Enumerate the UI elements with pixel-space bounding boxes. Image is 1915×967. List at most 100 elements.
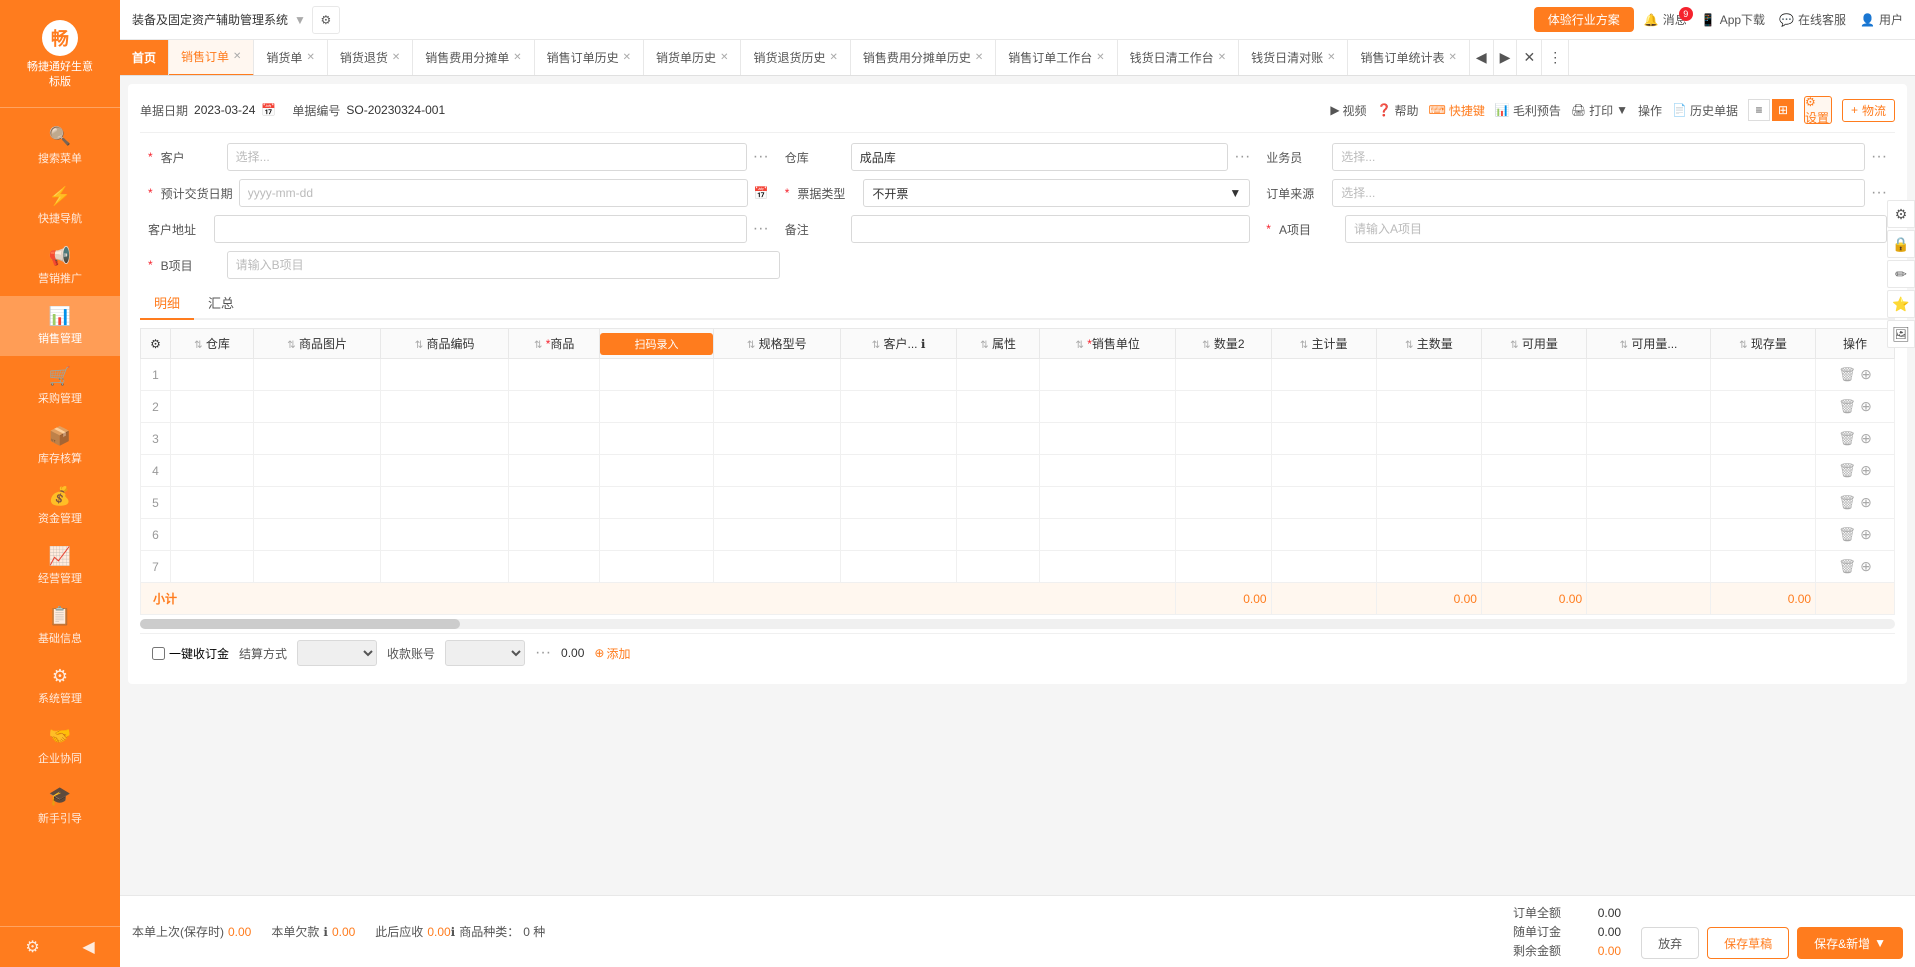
- tab-close-icon[interactable]: ✕: [829, 52, 837, 63]
- tab-sales-slip[interactable]: 销货单 ✕: [254, 40, 327, 76]
- right-panel-star-btn[interactable]: ⭐: [1887, 290, 1915, 318]
- gear-icon[interactable]: ⚙: [150, 337, 161, 351]
- industry-badge[interactable]: 体验行业方案: [1534, 7, 1634, 32]
- row-delete-btn[interactable]: 🗑: [1838, 398, 1856, 415]
- account-dots[interactable]: ···: [535, 644, 551, 662]
- chevron-down-icon[interactable]: ▼: [1874, 936, 1886, 950]
- address-input[interactable]: [214, 215, 747, 243]
- quick-payment-checkbox[interactable]: 一键收订金: [152, 645, 229, 662]
- tab-summary[interactable]: 汇总: [194, 287, 248, 318]
- tab-close-icon[interactable]: ✕: [392, 52, 400, 63]
- remarks-input[interactable]: [851, 215, 1251, 243]
- row-copy-btn[interactable]: ⊕: [1860, 430, 1872, 447]
- row-unit[interactable]: [1040, 359, 1176, 391]
- right-panel-edit-btn[interactable]: ✏: [1887, 260, 1915, 288]
- help-action[interactable]: ❓ 帮助: [1377, 102, 1419, 119]
- save-new-button[interactable]: 保存&新增 ▼: [1797, 927, 1903, 959]
- sidebar-collapse-btn[interactable]: ◀: [82, 937, 94, 957]
- customer-dots[interactable]: ···: [753, 148, 769, 166]
- date-value[interactable]: 2023-03-24: [194, 103, 255, 117]
- a-project-input[interactable]: [1345, 215, 1887, 243]
- calendar-icon[interactable]: 📅: [261, 103, 276, 117]
- horizontal-scrollbar[interactable]: [140, 619, 1895, 629]
- online-service-btn[interactable]: 💬 在线客服: [1779, 11, 1846, 28]
- payment-method-select[interactable]: [297, 640, 377, 666]
- grid-view-btn[interactable]: ⊞: [1772, 99, 1794, 121]
- tab-close-icon[interactable]: ✕: [1449, 52, 1457, 63]
- save-draft-button[interactable]: 保存草稿: [1707, 927, 1789, 959]
- row-delete-btn[interactable]: 🗑: [1838, 526, 1856, 543]
- row-copy-btn[interactable]: ⊕: [1860, 494, 1872, 511]
- history-action[interactable]: 📄 历史单据: [1672, 102, 1738, 119]
- invoice-select[interactable]: 不开票 ▼: [863, 179, 1250, 207]
- row-qty2[interactable]: [1176, 359, 1271, 391]
- right-panel-lock-btn[interactable]: 🔒: [1887, 230, 1915, 258]
- row-customer-code[interactable]: [841, 359, 957, 391]
- tab-close-icon[interactable]: ✕: [1096, 52, 1104, 63]
- right-panel-settings-btn[interactable]: ⚙: [1887, 200, 1915, 228]
- tab-sales-expense[interactable]: 销售费用分摊单 ✕: [413, 40, 534, 76]
- tab-daily-workbench[interactable]: 钱货日清工作台 ✕: [1118, 40, 1239, 76]
- tab-prev-btn[interactable]: ◀: [1470, 40, 1494, 76]
- sidebar-item-search[interactable]: 🔍 搜索菜单: [0, 116, 120, 176]
- row-copy-btn[interactable]: ⊕: [1860, 558, 1872, 575]
- tab-sales-return[interactable]: 销货退货 ✕: [328, 40, 413, 76]
- row-copy-btn[interactable]: ⊕: [1860, 462, 1872, 479]
- row-stock[interactable]: [1710, 359, 1815, 391]
- sidebar-item-marketing[interactable]: 📢 营销推广: [0, 236, 120, 296]
- row-delete-btn[interactable]: 🗑: [1838, 494, 1856, 511]
- row-spec[interactable]: [713, 359, 840, 391]
- order-source-dots[interactable]: ···: [1871, 184, 1887, 202]
- row-copy-btn[interactable]: ⊕: [1860, 366, 1872, 383]
- discard-button[interactable]: 放弃: [1641, 927, 1699, 959]
- tab-close-all-btn[interactable]: ✕: [1517, 40, 1542, 76]
- user-avatar[interactable]: 👤 用户: [1860, 11, 1903, 28]
- app-download-btn[interactable]: 📱 App下载: [1701, 11, 1765, 28]
- b-project-input[interactable]: [227, 251, 781, 279]
- profit-action[interactable]: 📊 毛利预告: [1495, 102, 1561, 119]
- row-delete-btn[interactable]: 🗑: [1838, 430, 1856, 447]
- tab-return-history[interactable]: 销货退货历史 ✕: [741, 40, 850, 76]
- view-action[interactable]: ▶ 视频: [1330, 102, 1366, 119]
- sidebar-item-sales[interactable]: 📊 销售管理: [0, 296, 120, 356]
- account-select[interactable]: [445, 640, 525, 666]
- row-main-unit[interactable]: [1271, 359, 1376, 391]
- delivery-calendar-icon[interactable]: 📅: [754, 186, 769, 200]
- tab-stats[interactable]: 销售订单统计表 ✕: [1348, 40, 1469, 76]
- tab-close-icon[interactable]: ✕: [720, 52, 728, 63]
- row-code[interactable]: [381, 359, 508, 391]
- row-attr[interactable]: [957, 359, 1040, 391]
- warehouse-dots[interactable]: ···: [1234, 148, 1250, 166]
- sidebar-item-operations[interactable]: 📈 经营管理: [0, 536, 120, 596]
- tab-close-icon[interactable]: ✕: [1218, 52, 1226, 63]
- sidebar-settings-btn[interactable]: ⚙: [25, 937, 39, 957]
- tab-close-icon[interactable]: ✕: [1327, 52, 1335, 63]
- row-available2[interactable]: [1587, 359, 1711, 391]
- add-item-btn[interactable]: + 物流: [1842, 99, 1895, 122]
- tab-close-icon[interactable]: ✕: [975, 52, 983, 63]
- tab-close-icon[interactable]: ✕: [306, 52, 314, 63]
- row-image[interactable]: [253, 359, 380, 391]
- sidebar-item-nav[interactable]: ⚡ 快捷导航: [0, 176, 120, 236]
- print-dropdown-icon[interactable]: ▼: [1616, 103, 1628, 117]
- tab-detail[interactable]: 明细: [140, 287, 194, 320]
- quick-payment-input[interactable]: [152, 647, 165, 660]
- customer-input[interactable]: [227, 143, 747, 171]
- tab-close-icon[interactable]: ✕: [513, 52, 521, 63]
- row-delete-btn[interactable]: 🗑: [1838, 462, 1856, 479]
- add-payment-btn[interactable]: ⊕ 添加: [594, 645, 630, 662]
- tab-next-btn[interactable]: ▶: [1494, 40, 1518, 76]
- sidebar-item-finance[interactable]: 💰 资金管理: [0, 476, 120, 536]
- row-warehouse[interactable]: [171, 359, 254, 391]
- warehouse-input[interactable]: [851, 143, 1229, 171]
- tab-close-icon[interactable]: ✕: [233, 51, 241, 62]
- list-view-btn[interactable]: ≡: [1748, 99, 1770, 121]
- sidebar-item-purchase[interactable]: 🛒 采购管理: [0, 356, 120, 416]
- tab-home[interactable]: 首页: [120, 40, 169, 76]
- tab-sales-order-history[interactable]: 销售订单历史 ✕: [535, 40, 644, 76]
- row-product[interactable]: [508, 359, 600, 391]
- sidebar-item-base[interactable]: 📋 基础信息: [0, 596, 120, 656]
- row-copy-btn[interactable]: ⊕: [1860, 526, 1872, 543]
- tab-menu-btn[interactable]: ⋮: [1542, 40, 1569, 76]
- tab-expense-history[interactable]: 销售费用分摊单历史 ✕: [851, 40, 996, 76]
